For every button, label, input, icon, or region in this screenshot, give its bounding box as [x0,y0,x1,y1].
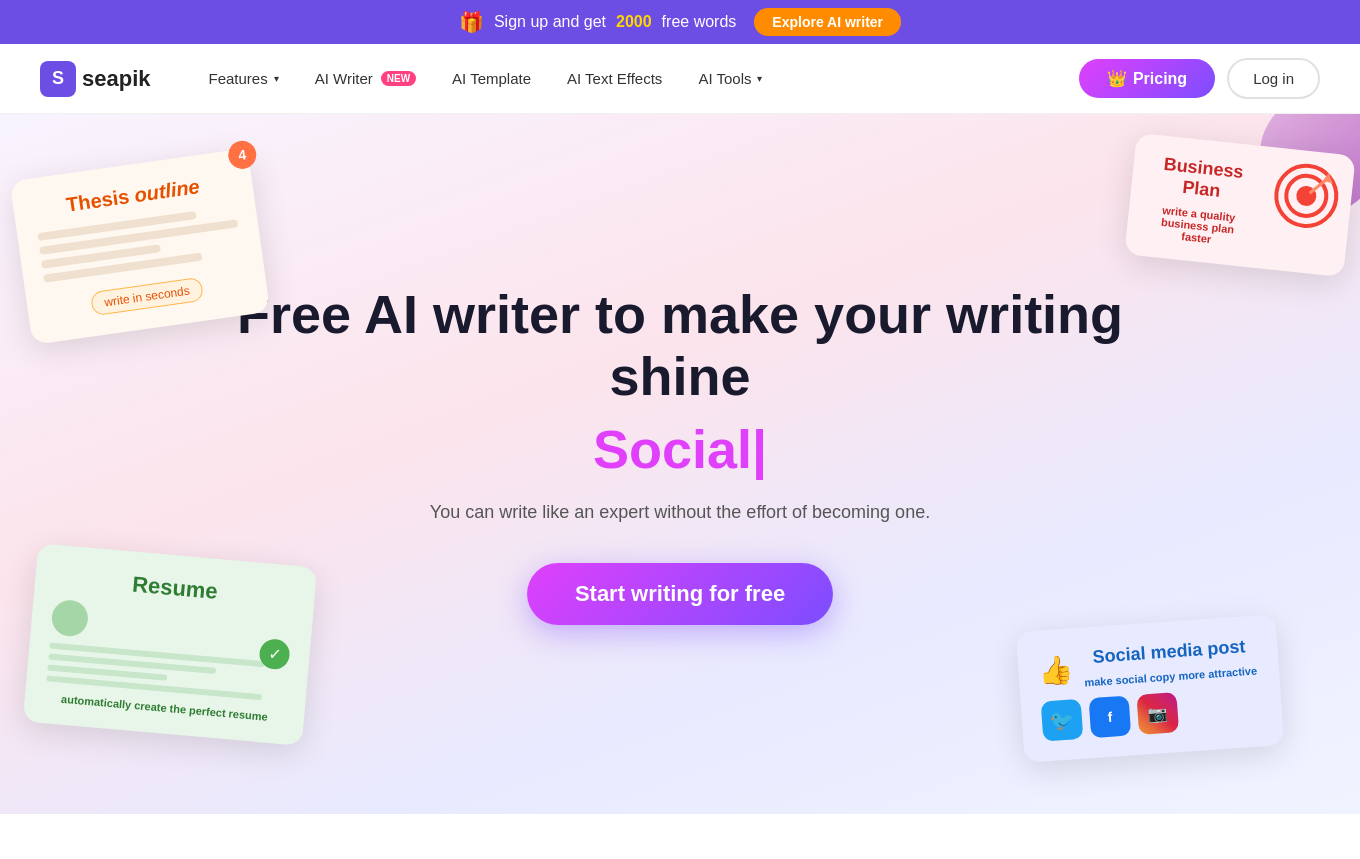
social-icons-row: 🐦 f 📷 [1041,686,1263,741]
navbar: S seapik Features ▾ AI Writer NEW AI Tem… [0,44,1360,114]
explore-ai-writer-button[interactable]: Explore AI writer [754,8,901,36]
instagram-icon: 📷 [1136,692,1179,735]
resume-line-2 [48,653,216,674]
facebook-icon: f [1089,696,1132,739]
thesis-line-2 [39,219,238,255]
thesis-card-title: Thesis outline [32,171,233,222]
social-card-title: Social media post [1082,636,1256,669]
logo-text: seapik [82,66,151,92]
logo-icon: S [40,61,76,97]
chevron-down-icon: ▾ [274,73,279,84]
social-write-desc: make social copy more attractive [1084,665,1257,689]
banner-text-prefix: Sign up and get [494,13,606,31]
nav-item-ai-template[interactable]: AI Template [434,62,549,95]
social-card: 👍 Social media post make social copy mor… [1016,614,1285,763]
resume-card: Resume ✓ automatically create the perfec… [23,543,318,746]
resume-line-1 [49,643,265,668]
hero-animated-word: Social| [593,417,767,482]
nav-item-ai-text-effects[interactable]: AI Text Effects [549,62,680,95]
thesis-badge: 4 [226,139,258,171]
nav-links: Features ▾ AI Writer NEW AI Template AI … [191,62,1079,95]
nav-item-ai-writer[interactable]: AI Writer NEW [297,62,434,95]
hero-description: You can write like an expert without the… [430,502,930,523]
hero-section: 4 Thesis outline write in seconds Busine… [0,114,1360,814]
thesis-line-3 [41,244,161,269]
check-circle-icon: ✓ [258,637,291,670]
like-icon: 👍 [1037,652,1074,687]
thesis-write-tag: write in seconds [90,277,204,316]
decorative-blob [1260,114,1360,214]
new-badge: NEW [381,71,416,86]
thesis-line-4 [43,253,203,283]
chevron-down-icon-2: ▾ [757,73,762,84]
bottom-section: Cover 600+ free AI writing tools [0,814,1360,859]
gift-icon: 🎁 [459,10,484,34]
resume-line-3 [47,664,167,680]
pricing-button[interactable]: 👑 Pricing [1079,59,1215,98]
login-button[interactable]: Log in [1227,58,1320,99]
avatar [50,599,89,638]
top-banner: 🎁 Sign up and get 2000 free words Explor… [0,0,1360,44]
start-writing-button[interactable]: Start writing for free [527,563,833,625]
banner-highlight: 2000 [616,13,652,31]
resume-card-title: Resume [54,565,295,612]
business-card-title: Business Plan [1149,153,1257,206]
logo[interactable]: S seapik [40,61,151,97]
twitter-icon: 🐦 [1041,699,1084,742]
resume-write-desc: automatically create the perfect resume [44,691,284,724]
resume-line-4 [46,675,262,700]
nav-item-features[interactable]: Features ▾ [191,62,297,95]
thesis-line-1 [37,211,197,241]
nav-actions: 👑 Pricing Log in [1079,58,1320,99]
hero-title: Free AI writer to make your writing shin… [230,283,1130,407]
banner-text-suffix: free words [662,13,737,31]
nav-item-ai-tools[interactable]: AI Tools ▾ [680,62,780,95]
crown-icon: 👑 [1107,69,1127,88]
business-write-desc: write a quality business plan faster [1144,202,1251,249]
